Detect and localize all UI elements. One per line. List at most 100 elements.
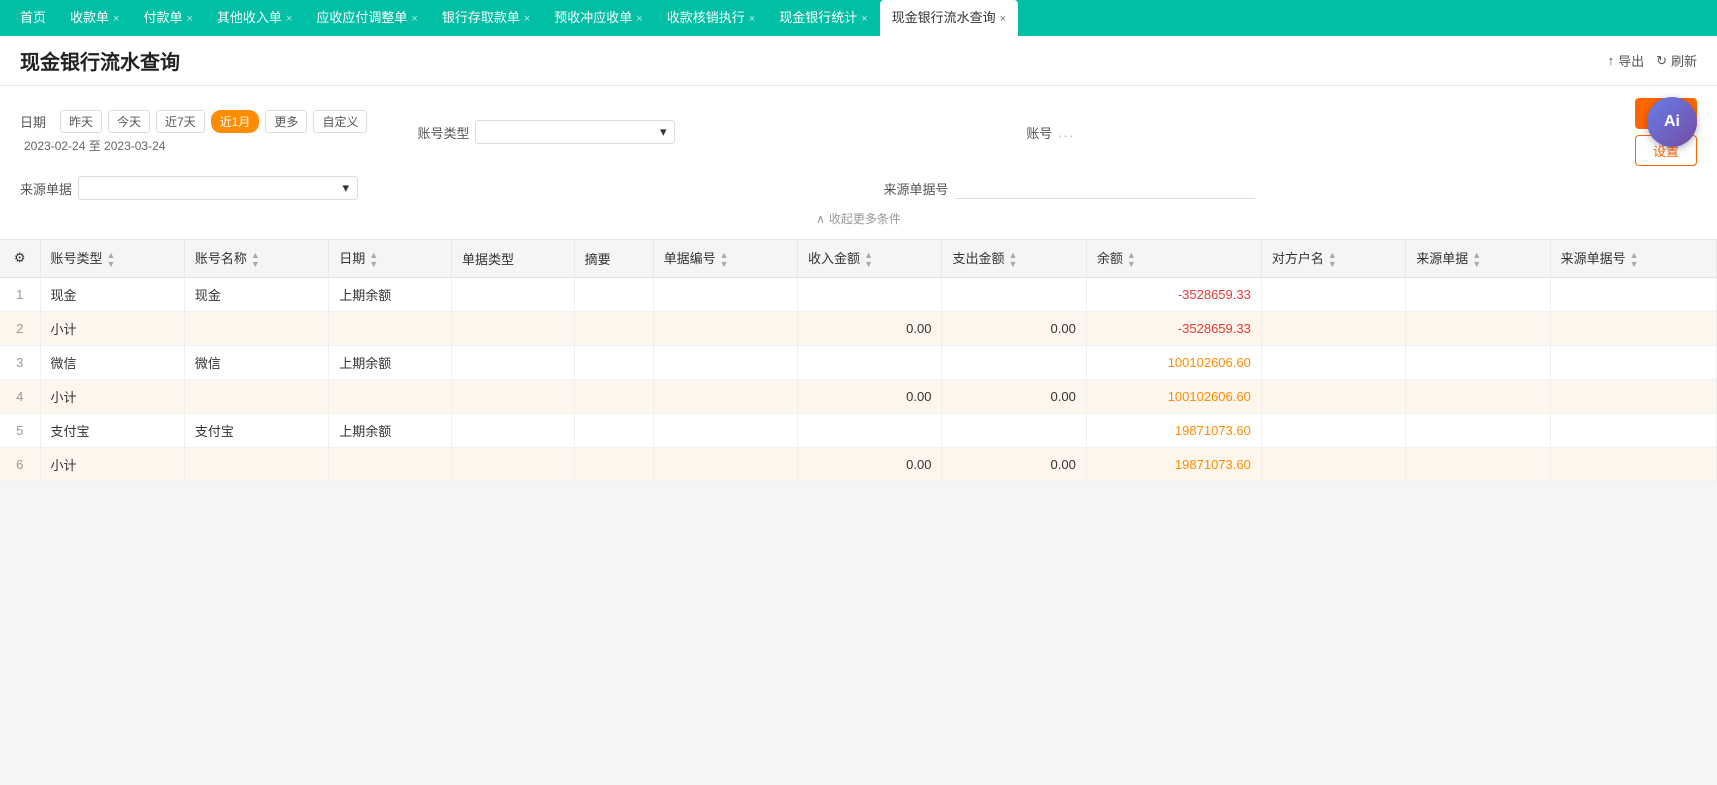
page-header: 现金银行流水查询 ↑ 导出 ↻ 刷新 bbox=[0, 36, 1717, 86]
cell-source-doc bbox=[1406, 413, 1550, 447]
table-row[interactable]: 6 小计 0.00 0.00 19871073.60 bbox=[0, 447, 1717, 481]
nav-bank-flow[interactable]: 现金银行流水查询× bbox=[880, 0, 1018, 36]
cell-source-doc bbox=[1406, 345, 1550, 379]
cell-expense: 0.00 bbox=[942, 379, 1086, 413]
close-bank-flow-icon[interactable]: × bbox=[1000, 13, 1006, 25]
nav-payments[interactable]: 付款单× bbox=[131, 0, 204, 36]
header-actions: ↑ 导出 ↻ 刷新 bbox=[1608, 51, 1697, 70]
cell-income bbox=[798, 345, 942, 379]
close-receipt-exec-icon[interactable]: × bbox=[749, 13, 755, 25]
nav-receipts[interactable]: 收款单× bbox=[58, 0, 131, 36]
cell-counterparty bbox=[1261, 277, 1405, 311]
table-row[interactable]: 4 小计 0.00 0.00 100102606.60 bbox=[0, 379, 1717, 413]
col-doc-no[interactable]: 单据编号▲▼ bbox=[653, 240, 797, 277]
close-receipts-icon[interactable]: × bbox=[113, 13, 119, 25]
cell-doc-type bbox=[451, 277, 574, 311]
col-income[interactable]: 收入金额▲▼ bbox=[798, 240, 942, 277]
cell-summary bbox=[574, 413, 653, 447]
nav-bank-deposit[interactable]: 银行存取款单× bbox=[430, 0, 542, 36]
nav-home[interactable]: 首页 bbox=[8, 0, 58, 36]
col-account-name[interactable]: 账号名称▲▼ bbox=[184, 240, 328, 277]
col-balance[interactable]: 余额▲▼ bbox=[1086, 240, 1261, 277]
close-prepay-icon[interactable]: × bbox=[636, 13, 642, 25]
cell-summary bbox=[574, 447, 653, 481]
table-header-row: ⚙ 账号类型▲▼ 账号名称▲▼ 日期▲▼ 单据类型 摘要 单据编号▲▼ 收入金额… bbox=[0, 240, 1717, 277]
close-bank-deposit-icon[interactable]: × bbox=[524, 13, 530, 25]
source-doc-no-group: 来源单据号 bbox=[884, 177, 1698, 199]
col-source-doc-no[interactable]: 来源单据号▲▼ bbox=[1550, 240, 1716, 277]
cell-balance: 100102606.60 bbox=[1086, 345, 1261, 379]
cell-income: 0.00 bbox=[798, 379, 942, 413]
col-source-doc[interactable]: 来源单据▲▼ bbox=[1406, 240, 1550, 277]
date-btn-custom[interactable]: 自定义 bbox=[313, 110, 367, 133]
nav-other-income[interactable]: 其他收入单× bbox=[205, 0, 304, 36]
cell-date: 上期余额 bbox=[329, 413, 452, 447]
row-num: 3 bbox=[0, 345, 40, 379]
cell-doc-no bbox=[653, 447, 797, 481]
date-btn-today[interactable]: 今天 bbox=[108, 110, 150, 133]
table-row[interactable]: 1 现金 现金 上期余额 -3528659.33 bbox=[0, 277, 1717, 311]
date-btn-yesterday[interactable]: 昨天 bbox=[60, 110, 102, 133]
cell-doc-type bbox=[451, 447, 574, 481]
row-num: 5 bbox=[0, 413, 40, 447]
collapse-up-icon: ∧ bbox=[816, 212, 825, 226]
row-num: 6 bbox=[0, 447, 40, 481]
account-type-select[interactable]: ▾ bbox=[475, 120, 675, 144]
cell-account-type: 微信 bbox=[40, 345, 184, 379]
account-more-btn[interactable]: ... bbox=[1058, 125, 1075, 140]
col-expense[interactable]: 支出金额▲▼ bbox=[942, 240, 1086, 277]
cell-doc-no bbox=[653, 413, 797, 447]
cell-balance: -3528659.33 bbox=[1086, 277, 1261, 311]
data-table: ⚙ 账号类型▲▼ 账号名称▲▼ 日期▲▼ 单据类型 摘要 单据编号▲▼ 收入金额… bbox=[0, 240, 1717, 482]
source-doc-no-input[interactable] bbox=[955, 177, 1255, 199]
cell-source-doc-no bbox=[1550, 447, 1716, 481]
col-counterparty[interactable]: 对方户名▲▼ bbox=[1261, 240, 1405, 277]
refresh-button[interactable]: ↻ 刷新 bbox=[1656, 51, 1697, 70]
col-date[interactable]: 日期▲▼ bbox=[329, 240, 452, 277]
cell-summary bbox=[574, 277, 653, 311]
col-settings[interactable]: ⚙ bbox=[0, 240, 40, 277]
date-btn-7days[interactable]: 近7天 bbox=[156, 110, 205, 133]
cell-date bbox=[329, 379, 452, 413]
table-row[interactable]: 3 微信 微信 上期余额 100102606.60 bbox=[0, 345, 1717, 379]
cell-expense: 0.00 bbox=[942, 311, 1086, 345]
date-btn-more[interactable]: 更多 bbox=[265, 110, 307, 133]
cell-account-name: 现金 bbox=[184, 277, 328, 311]
close-payments-icon[interactable]: × bbox=[186, 13, 192, 25]
close-other-income-icon[interactable]: × bbox=[286, 13, 292, 25]
cell-account-name bbox=[184, 379, 328, 413]
ai-badge[interactable]: Ai bbox=[1647, 97, 1697, 147]
cell-balance: 19871073.60 bbox=[1086, 447, 1261, 481]
close-ar-ap-adj-icon[interactable]: × bbox=[411, 13, 417, 25]
cell-date: 上期余额 bbox=[329, 277, 452, 311]
cell-source-doc-no bbox=[1550, 345, 1716, 379]
export-button[interactable]: ↑ 导出 bbox=[1608, 51, 1645, 70]
table-container: ⚙ 账号类型▲▼ 账号名称▲▼ 日期▲▼ 单据类型 摘要 单据编号▲▼ 收入金额… bbox=[0, 240, 1717, 482]
close-bank-stats-icon[interactable]: × bbox=[861, 13, 867, 25]
refresh-icon: ↻ bbox=[1656, 53, 1667, 69]
nav-prepay[interactable]: 预收冲应收单× bbox=[542, 0, 654, 36]
source-doc-select[interactable]: ▾ bbox=[78, 176, 358, 200]
filter-row-1: 日期 昨天 今天 近7天 近1月 更多 自定义 2023-02-24 至 202… bbox=[20, 98, 1697, 166]
nav-receipt-exec[interactable]: 收款核销执行× bbox=[655, 0, 767, 36]
cell-summary bbox=[574, 311, 653, 345]
col-account-type[interactable]: 账号类型▲▼ bbox=[40, 240, 184, 277]
collapse-bar[interactable]: ∧ 收起更多条件 bbox=[20, 210, 1697, 227]
cell-doc-no bbox=[653, 379, 797, 413]
source-doc-group: 来源单据 ▾ bbox=[20, 176, 834, 200]
cell-balance: 100102606.60 bbox=[1086, 379, 1261, 413]
collapse-label: 收起更多条件 bbox=[829, 210, 901, 227]
cell-account-name: 支付宝 bbox=[184, 413, 328, 447]
cell-account-name bbox=[184, 447, 328, 481]
cell-expense bbox=[942, 277, 1086, 311]
table-row[interactable]: 2 小计 0.00 0.00 -3528659.33 bbox=[0, 311, 1717, 345]
cell-summary bbox=[574, 379, 653, 413]
date-btn-1month[interactable]: 近1月 bbox=[211, 110, 260, 133]
nav-ar-ap-adj[interactable]: 应收应付调整单× bbox=[304, 0, 429, 36]
cell-source-doc-no bbox=[1550, 277, 1716, 311]
table-row[interactable]: 5 支付宝 支付宝 上期余额 19871073.60 bbox=[0, 413, 1717, 447]
nav-bank-stats[interactable]: 现金银行统计× bbox=[767, 0, 879, 36]
cell-account-type: 支付宝 bbox=[40, 413, 184, 447]
row-num: 4 bbox=[0, 379, 40, 413]
cell-account-type: 现金 bbox=[40, 277, 184, 311]
